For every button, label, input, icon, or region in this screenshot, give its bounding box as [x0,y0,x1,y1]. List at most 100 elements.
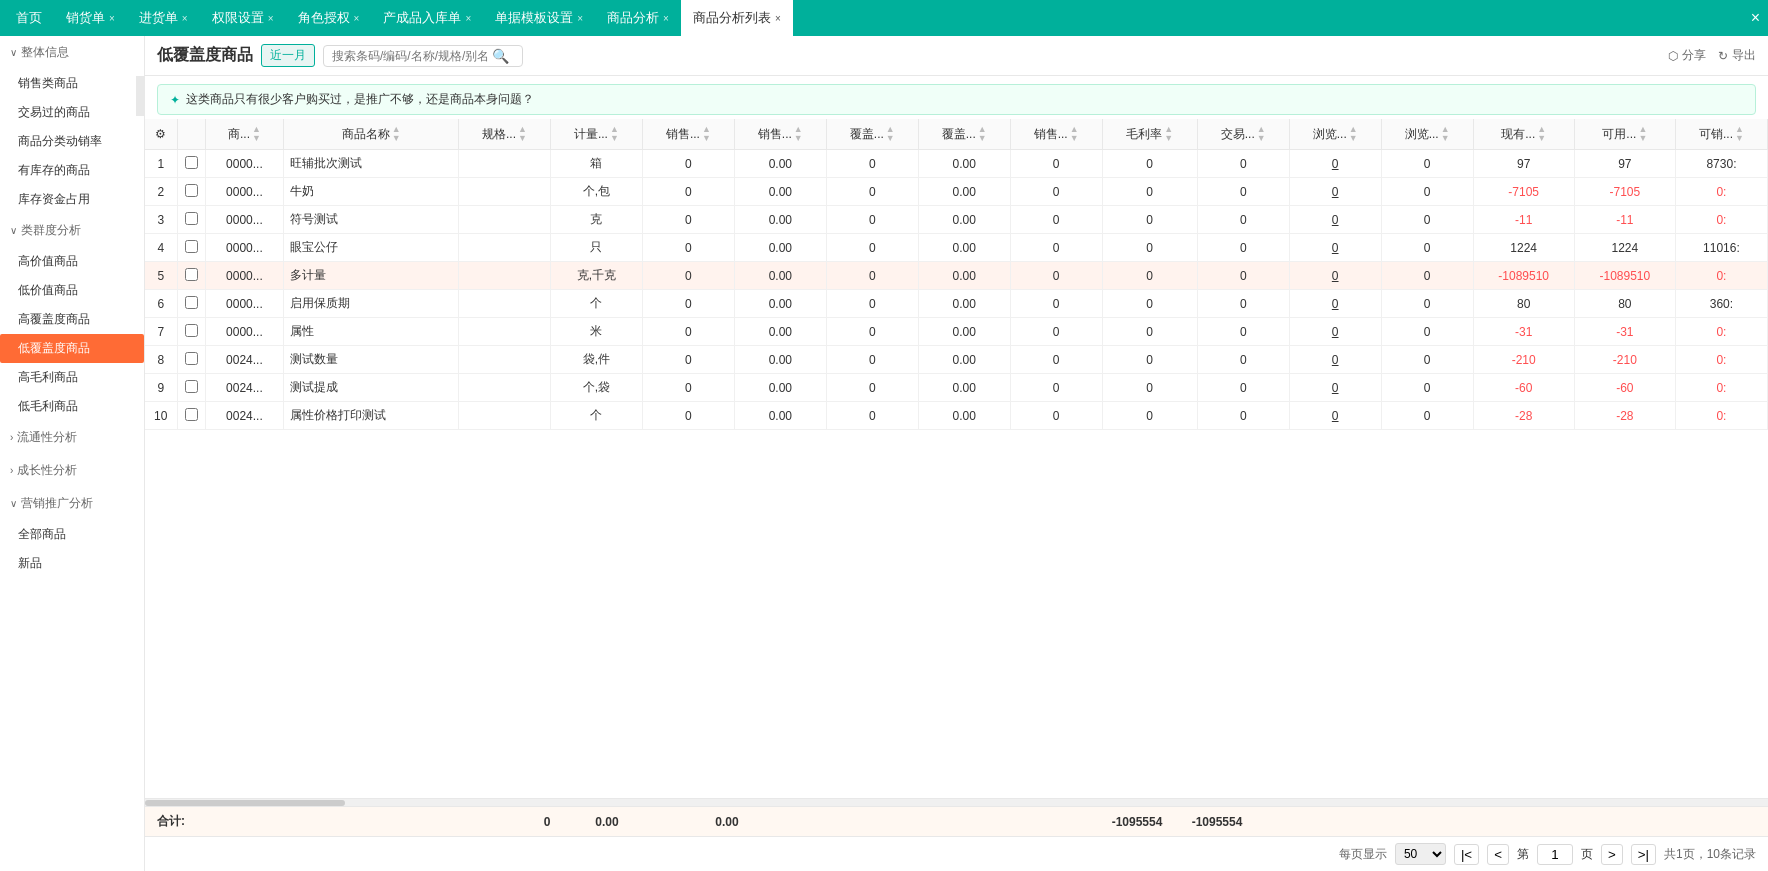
horizontal-scrollbar[interactable] [145,798,1768,806]
sort-arrows-browse2[interactable]: ▲▼ [1441,125,1450,143]
col-sellable[interactable]: 可销... ▲▼ [1675,119,1767,150]
sidebar-item-category-rate[interactable]: 商品分类动销率 [0,127,144,156]
col-gross[interactable]: 毛利率 ▲▼ [1102,119,1197,150]
cell-browse1[interactable]: 0 [1289,346,1381,374]
share-button[interactable]: ⬡ 分享 [1668,47,1706,64]
sidebar-item-new-products[interactable]: 新品 [0,549,144,578]
sidebar-item-traded-products[interactable]: 交易过的商品 [0,98,144,127]
nav-tab-product-stock[interactable]: 产成品入库单 × [371,0,483,36]
next-page-btn[interactable]: > [1601,844,1623,865]
settings-icon[interactable]: ⚙ [155,127,166,141]
cell-checkbox[interactable] [177,262,205,290]
cell-browse1[interactable]: 0 [1289,178,1381,206]
sort-arrows-cover2[interactable]: ▲▼ [978,125,987,143]
cell-browse1[interactable]: 0 [1289,374,1381,402]
col-cover2[interactable]: 覆盖... ▲▼ [918,119,1010,150]
nav-tab-permission[interactable]: 权限设置 × [200,0,286,36]
col-browse1[interactable]: 浏览... ▲▼ [1289,119,1381,150]
nav-tab-purchase[interactable]: 进货单 × [127,0,200,36]
sidebar-item-sales-products[interactable]: 销售类商品 [0,69,144,98]
cell-browse1[interactable]: 0 [1289,402,1381,430]
close-tab-permission[interactable]: × [268,13,274,24]
cell-checkbox[interactable] [177,318,205,346]
row-checkbox[interactable] [185,296,198,309]
row-checkbox[interactable] [185,184,198,197]
col-sales2[interactable]: 销售... ▲▼ [1010,119,1102,150]
col-browse2[interactable]: 浏览... ▲▼ [1381,119,1473,150]
sidebar-item-low-value[interactable]: 低价值商品 [0,276,144,305]
nav-tab-analysis[interactable]: 商品分析 × [595,0,681,36]
sidebar-section-growth[interactable]: › 成长性分析 [0,454,144,487]
col-spec[interactable]: 规格... ▲▼ [458,119,550,150]
cell-checkbox[interactable] [177,374,205,402]
sidebar-section-cluster[interactable]: ∨ 类群度分析 [0,214,144,247]
sort-arrows-spec[interactable]: ▲▼ [518,125,527,143]
col-unit[interactable]: 计量... ▲▼ [550,119,642,150]
close-tab-role[interactable]: × [354,13,360,24]
data-table-wrapper[interactable]: ⚙ 商... ▲▼ 商品名称 ▲▼ [145,119,1768,798]
page-size-select[interactable]: 50 100 200 [1395,843,1446,865]
sort-arrows-sales2[interactable]: ▲▼ [1070,125,1079,143]
sidebar-item-low-profit[interactable]: 低毛利商品 [0,392,144,421]
sort-arrows-cover1[interactable]: ▲▼ [886,125,895,143]
col-name[interactable]: 商品名称 ▲▼ [284,119,459,150]
sidebar-section-overall[interactable]: ∨ 整体信息 [0,36,144,69]
sidebar-item-all-products[interactable]: 全部商品 [0,520,144,549]
cell-checkbox[interactable] [177,346,205,374]
cell-browse1[interactable]: 0 [1289,318,1381,346]
cell-browse1[interactable]: 0 [1289,206,1381,234]
cell-browse1[interactable]: 0 [1289,150,1381,178]
sort-arrows-code[interactable]: ▲▼ [252,125,261,143]
sidebar-item-low-coverage[interactable]: 低覆盖度商品 [0,334,144,363]
row-checkbox[interactable] [185,156,198,169]
cell-browse1[interactable]: 0 [1289,290,1381,318]
sidebar-item-in-stock[interactable]: 有库存的商品 [0,156,144,185]
sort-arrows-name[interactable]: ▲▼ [392,125,401,143]
cell-browse1[interactable]: 0 [1289,234,1381,262]
sort-arrows-available[interactable]: ▲▼ [1638,125,1647,143]
sort-arrows-gross[interactable]: ▲▼ [1164,125,1173,143]
row-checkbox[interactable] [185,324,198,337]
col-code[interactable]: 商... ▲▼ [205,119,284,150]
sidebar-item-capital[interactable]: 库存资金占用 [0,185,144,214]
cell-browse1[interactable]: 0 [1289,262,1381,290]
close-tab-purchase[interactable]: × [182,13,188,24]
first-page-btn[interactable]: |< [1454,844,1479,865]
window-close-button[interactable]: × [1751,9,1760,27]
sort-arrows-sales-amt[interactable]: ▲▼ [794,125,803,143]
cell-checkbox[interactable] [177,402,205,430]
nav-tab-analysis-list[interactable]: 商品分析列表 × [681,0,793,36]
row-checkbox[interactable] [185,408,198,421]
cell-checkbox[interactable] [177,178,205,206]
search-icon[interactable]: 🔍 [492,48,509,64]
sort-arrows-sellable[interactable]: ▲▼ [1735,125,1744,143]
row-checkbox[interactable] [185,380,198,393]
cell-checkbox[interactable] [177,206,205,234]
filter-recent-month-btn[interactable]: 近一月 [261,44,315,67]
cell-checkbox[interactable] [177,234,205,262]
sidebar-item-high-value[interactable]: 高价值商品 [0,247,144,276]
nav-tab-home[interactable]: 首页 [4,0,54,36]
nav-tab-sales[interactable]: 销货单 × [54,0,127,36]
close-tab-product-stock[interactable]: × [465,13,471,24]
scrollbar-thumb[interactable] [145,800,345,806]
page-number-input[interactable] [1537,844,1573,865]
col-sales-qty[interactable]: 销售... ▲▼ [642,119,734,150]
sort-arrows-current[interactable]: ▲▼ [1537,125,1546,143]
sidebar-collapse-btn[interactable]: 《 [136,76,145,116]
col-available[interactable]: 可用... ▲▼ [1574,119,1675,150]
col-sales-amt[interactable]: 销售... ▲▼ [734,119,826,150]
sort-arrows-unit[interactable]: ▲▼ [610,125,619,143]
search-input[interactable] [332,49,492,63]
col-cover1[interactable]: 覆盖... ▲▼ [826,119,918,150]
row-checkbox[interactable] [185,268,198,281]
row-checkbox[interactable] [185,240,198,253]
last-page-btn[interactable]: >| [1631,844,1656,865]
row-checkbox[interactable] [185,352,198,365]
sort-arrows-trade[interactable]: ▲▼ [1257,125,1266,143]
prev-page-btn[interactable]: < [1487,844,1509,865]
close-tab-sales[interactable]: × [109,13,115,24]
col-settings[interactable]: ⚙ [145,119,177,150]
close-tab-template[interactable]: × [577,13,583,24]
sidebar-item-high-coverage[interactable]: 高覆盖度商品 [0,305,144,334]
